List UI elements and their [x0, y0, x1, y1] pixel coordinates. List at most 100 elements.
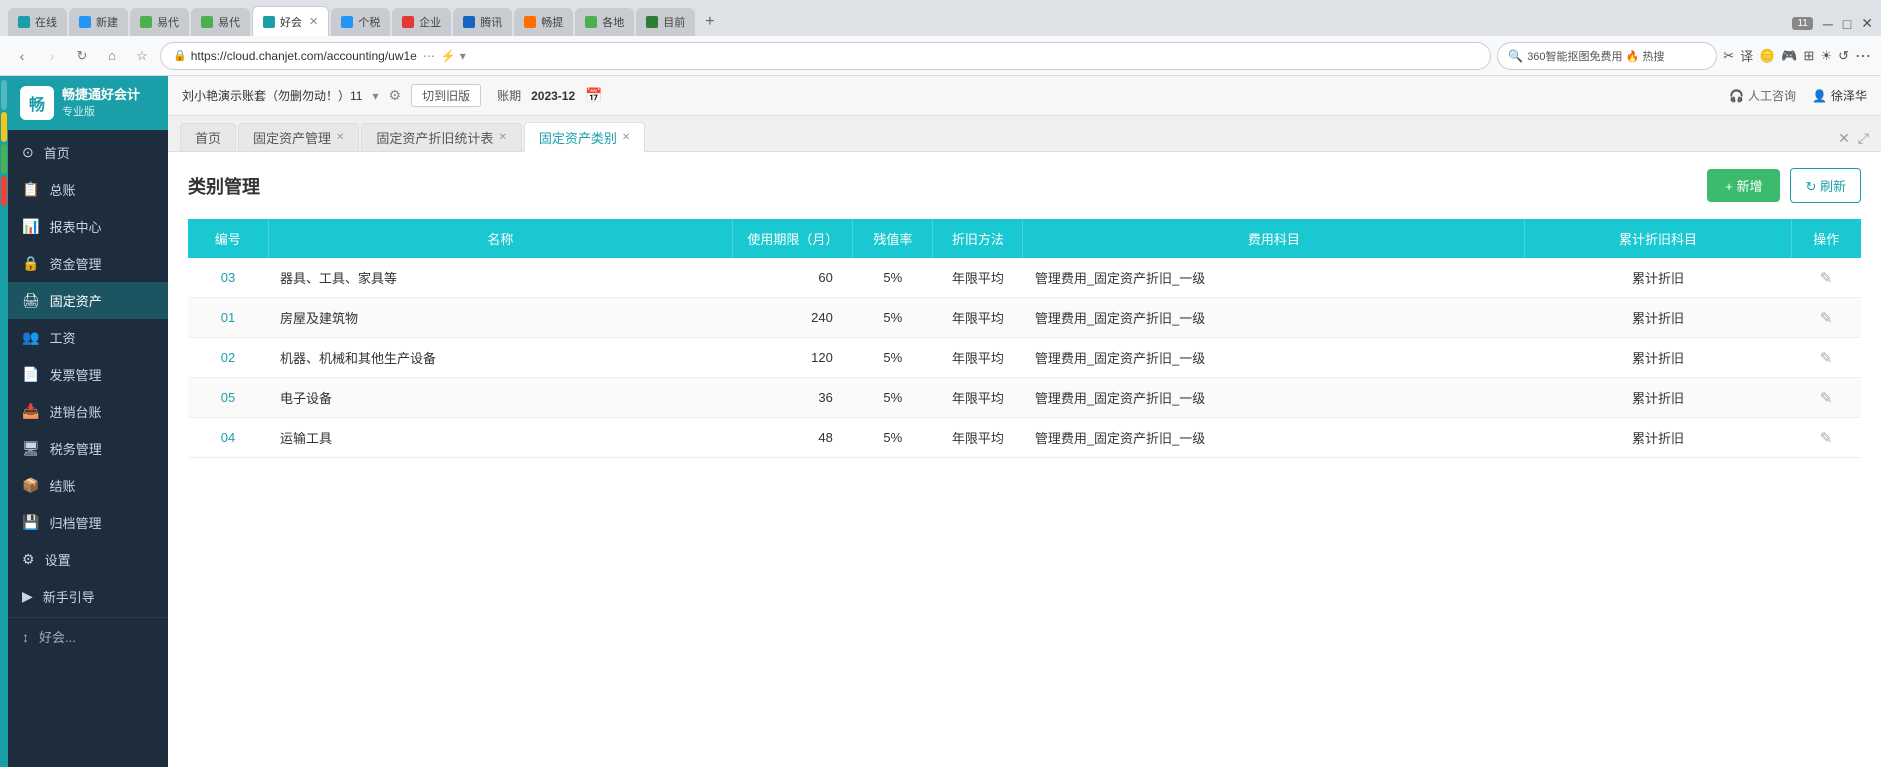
edit-button[interactable]: ✎ [1820, 350, 1833, 367]
sidebar-item-general-ledger[interactable]: 📋 总账 [8, 171, 168, 208]
cell-action[interactable]: ✎ [1791, 298, 1861, 338]
table-row: 01 房屋及建筑物 240 5% 年限平均 管理费用_固定资产折旧_一级 累计折… [188, 298, 1861, 338]
tab-depreciation[interactable]: 固定资产折旧统计表 ✕ [361, 123, 521, 151]
col-expense: 费用科目 [1023, 219, 1525, 258]
refresh-button[interactable]: ↻ 刷新 [1790, 168, 1861, 203]
sidebar-item-guide-label: 新手引导 [43, 587, 95, 606]
sidebar-item-funds[interactable]: 🔒 资金管理 [8, 245, 168, 282]
browser-tab-1[interactable]: 在线 [8, 8, 67, 36]
sidebar-item-home[interactable]: ⊙ 首页 [8, 134, 168, 171]
sidebar-item-fixed-assets[interactable]: 🖨 固定资产 [8, 282, 168, 319]
home-button[interactable]: ⌂ [100, 44, 124, 68]
sidebar-item-guide[interactable]: ▶ 新手引导 [8, 578, 168, 615]
tab4-label: 易代 [218, 14, 240, 30]
tab-depreciation-close-icon[interactable]: ✕ [498, 132, 506, 143]
add-button[interactable]: + 新增 [1707, 169, 1780, 202]
sidebar-item-payroll[interactable]: 👥 工资 [8, 319, 168, 356]
sidebar-nav: ⊙ 首页 📋 总账 📊 报表中心 🔒 资金管理 🖨 固定资产 👥 工资 [8, 130, 168, 767]
browser-tab-7[interactable]: 企业 [392, 8, 451, 36]
new-tab-button[interactable]: + [697, 8, 722, 36]
browser-tab-3[interactable]: 易代 [130, 8, 189, 36]
table-row: 03 器具、工具、家具等 60 5% 年限平均 管理费用_固定资产折旧_一级 累… [188, 258, 1861, 298]
cell-period: 240 [733, 298, 853, 338]
forward-button[interactable]: › [40, 44, 64, 68]
browser-tab-6[interactable]: 个税 [331, 8, 390, 36]
sidebar-item-archive[interactable]: 💾 归档管理 [8, 504, 168, 541]
switch-version-button[interactable]: 切到旧版 [411, 84, 481, 107]
cell-method: 年限平均 [933, 298, 1023, 338]
table-row: 05 电子设备 36 5% 年限平均 管理费用_固定资产折旧_一级 累计折旧 ✎ [188, 378, 1861, 418]
sidebar-item-invoice[interactable]: 📄 发票管理 [8, 356, 168, 393]
service-button[interactable]: 🎧 人工咨询 [1729, 87, 1796, 104]
edit-button[interactable]: ✎ [1820, 430, 1833, 447]
sidebar-item-more[interactable]: ↕ 好会... [8, 617, 168, 655]
restore-icon[interactable]: □ [1843, 16, 1851, 32]
sidebar-item-fixed-assets-label: 固定资产 [50, 291, 102, 310]
page-title: 类别管理 [188, 173, 260, 199]
guide-icon: ▶ [22, 588, 33, 605]
cell-expense: 管理费用_固定资产折旧_一级 [1023, 338, 1525, 378]
tab-fixed-asset-close-icon[interactable]: ✕ [336, 132, 344, 143]
edit-button[interactable]: ✎ [1820, 270, 1833, 287]
tab-home[interactable]: 首页 [180, 123, 236, 151]
more-options-icon[interactable]: ⋯ [1855, 46, 1871, 66]
sidebar: 畅 畅捷通好会计 专业版 ⊙ 首页 📋 总账 📊 报表中心 🔒 [8, 76, 168, 767]
game-icon[interactable]: 🎮 [1781, 48, 1797, 64]
tab2-label: 新建 [96, 14, 118, 30]
back-button[interactable]: ‹ [10, 44, 34, 68]
browser-tab-active[interactable]: 好会 ✕ [252, 6, 329, 36]
history-icon[interactable]: ↺ [1838, 48, 1849, 64]
grid-icon[interactable]: ⊞ [1804, 48, 1815, 64]
sidebar-item-settlement[interactable]: 📦 结账 [8, 467, 168, 504]
ledger-icon: 📋 [22, 181, 39, 198]
window-expand-icon[interactable]: ✕ ⤢ [1838, 130, 1869, 151]
sun-icon[interactable]: ☀ [1820, 48, 1832, 64]
coin-icon[interactable]: 🪙 [1759, 48, 1775, 64]
browser-chrome: 在线 新建 易代 易代 好会 ✕ 个税 企业 腾讯 畅提 各地 目前 + [0, 0, 1881, 36]
user-dropdown-icon[interactable]: ▾ [372, 89, 378, 103]
edit-button[interactable]: ✎ [1820, 310, 1833, 327]
sidebar-item-tax[interactable]: 🖥 税务管理 [8, 430, 168, 467]
sidebar-item-payroll-label: 工资 [49, 328, 75, 347]
cut-icon[interactable]: ✂ [1723, 48, 1734, 64]
sidebar-item-purchase-sales[interactable]: 📥 进销台账 [8, 393, 168, 430]
browser-tab-10[interactable]: 各地 [575, 8, 634, 36]
settings-gear-icon[interactable]: ⚙ [389, 87, 402, 104]
sidebar-item-reports[interactable]: 📊 报表中心 [8, 208, 168, 245]
url-bar[interactable]: 🔒 https://cloud.chanjet.com/accounting/u… [160, 42, 1491, 70]
user-profile[interactable]: 👤 徐泽华 [1812, 87, 1867, 104]
translate-icon[interactable]: 译 [1740, 46, 1753, 65]
minimize-icon[interactable]: ─ [1823, 16, 1833, 32]
cell-expense: 管理费用_固定资产折旧_一级 [1023, 378, 1525, 418]
header-right-group: 🎧 人工咨询 👤 徐泽华 [1729, 87, 1867, 104]
browser-tab-9[interactable]: 畅提 [514, 8, 573, 36]
sidebar-logo: 畅 [20, 86, 54, 120]
search-bar[interactable]: 🔍 360智能抠图免费用 🔥 热搜 [1497, 42, 1717, 70]
browser-tab-11[interactable]: 目前 [636, 8, 695, 36]
bookmark-button[interactable]: ☆ [130, 44, 154, 68]
tab11-label: 目前 [663, 14, 685, 30]
cell-action[interactable]: ✎ [1791, 418, 1861, 458]
reload-button[interactable]: ↻ [70, 44, 94, 68]
cell-action[interactable]: ✎ [1791, 338, 1861, 378]
tab-category-close-icon[interactable]: ✕ [622, 132, 630, 143]
cell-code: 01 [188, 298, 268, 338]
tab-fixed-asset-manage[interactable]: 固定资产管理 ✕ [238, 123, 359, 151]
calendar-icon[interactable]: 📅 [585, 87, 602, 104]
cell-name: 机器、机械和其他生产设备 [268, 338, 733, 378]
browser-tab-2[interactable]: 新建 [69, 8, 128, 36]
browser-tab-8[interactable]: 腾讯 [453, 8, 512, 36]
user-icon: 👤 [1812, 89, 1827, 103]
cell-accumulated: 累计折旧 [1525, 418, 1791, 458]
cell-code: 03 [188, 258, 268, 298]
cell-action[interactable]: ✎ [1791, 258, 1861, 298]
sidebar-item-settings[interactable]: ⚙ 设置 [8, 541, 168, 578]
edit-button[interactable]: ✎ [1820, 390, 1833, 407]
reports-icon: 📊 [22, 218, 39, 235]
close-icon[interactable]: ✕ [1861, 15, 1873, 32]
tab-category[interactable]: 固定资产类别 ✕ [524, 122, 645, 152]
tab5-close-icon[interactable]: ✕ [309, 15, 318, 28]
browser-tab-4[interactable]: 易代 [191, 8, 250, 36]
cell-action[interactable]: ✎ [1791, 378, 1861, 418]
table-row: 02 机器、机械和其他生产设备 120 5% 年限平均 管理费用_固定资产折旧_… [188, 338, 1861, 378]
